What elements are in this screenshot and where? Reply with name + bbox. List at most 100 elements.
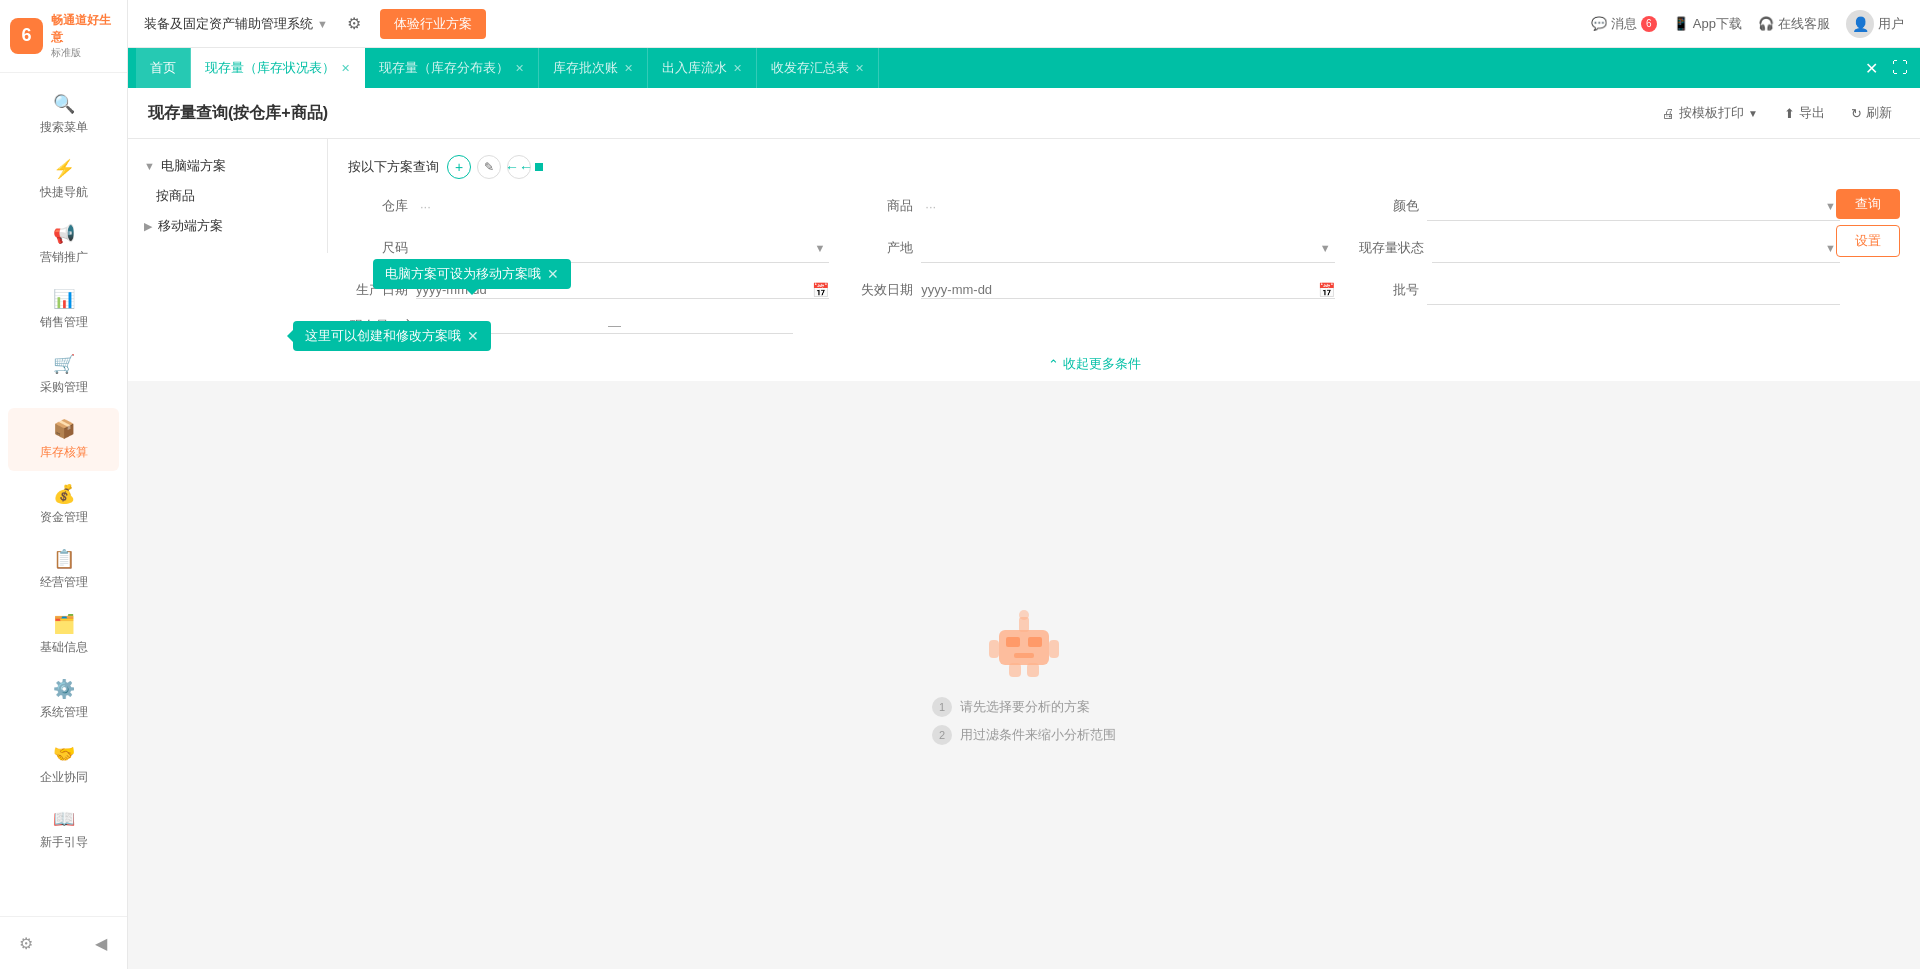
sidebar-item-basic[interactable]: 🗂️ 基础信息 <box>8 603 119 666</box>
sidebar-item-enterprise[interactable]: 🤝 企业协同 <box>8 733 119 796</box>
reset-btn[interactable]: 设置 <box>1836 225 1900 257</box>
svg-rect-1 <box>1006 637 1020 647</box>
topbar: 装备及固定资产辅助管理系统 ▼ ⚙ 体验行业方案 💬 消息 6 📱 App下载 … <box>128 0 1920 48</box>
filter-row-header: 按以下方案查询 + ✎ ←← <box>348 155 1840 179</box>
sidebar-label-quick-nav: 快捷导航 <box>40 184 88 201</box>
filter-label-expire-date: 失效日期 <box>853 281 913 299</box>
collapse-sidebar-btn[interactable]: ◀ <box>85 927 117 959</box>
filter-prod-date-calendar-icon[interactable]: 📅 <box>812 282 829 298</box>
tab-recv-summary-close[interactable]: ✕ <box>855 62 864 75</box>
message-btn[interactable]: 💬 消息 6 <box>1591 15 1657 33</box>
sidebar-item-operation[interactable]: 📋 经营管理 <box>8 538 119 601</box>
filter-expire-date-input[interactable] <box>921 282 1313 297</box>
empty-step-2: 2 用过滤条件来缩小分析范围 <box>932 725 1116 745</box>
tab-inventory-batch-close[interactable]: ✕ <box>624 62 633 75</box>
tab-home[interactable]: 首页 <box>136 48 191 88</box>
filter-select-stock-status[interactable]: ▼ <box>1432 233 1840 263</box>
scheme-item-desktop[interactable]: ▼ 电脑端方案 <box>128 151 327 181</box>
system-dropdown-arrow: ▼ <box>317 18 328 30</box>
inventory-icon: 📦 <box>53 418 75 440</box>
scheme-tooltip: 电脑方案可设为移动方案哦 ✕ <box>373 259 571 289</box>
refresh-btn[interactable]: ↻ 刷新 <box>1843 100 1900 126</box>
message-label: 消息 <box>1611 15 1637 33</box>
filter-range-separator: — <box>608 318 621 333</box>
tab-close-all-btn[interactable]: ✕ <box>1861 55 1882 82</box>
tab-inout-flow-close[interactable]: ✕ <box>733 62 742 75</box>
filter-select-color[interactable]: ▼ <box>1427 191 1840 221</box>
filter-grid-row4: 现存量（主） — <box>348 317 1840 335</box>
app-download-icon: 📱 <box>1673 16 1689 31</box>
filter-add-btn[interactable]: + <box>447 155 471 179</box>
filter-select-origin[interactable]: ▼ <box>921 233 1334 263</box>
online-service-btn[interactable]: 🎧 在线客服 <box>1758 15 1830 33</box>
scheme-tooltip-close[interactable]: ✕ <box>547 266 559 282</box>
filter-edit-btn[interactable]: ✎ <box>477 155 501 179</box>
filter-buttons: 查询 设置 <box>1836 189 1900 257</box>
tab-maximize-btn[interactable]: ⛶ <box>1888 55 1912 81</box>
sidebar-item-sales[interactable]: 📊 销售管理 <box>8 278 119 341</box>
industry-solution-btn[interactable]: 体验行业方案 <box>380 9 486 39</box>
scheme-item-mobile[interactable]: ▶ 移动端方案 <box>128 211 327 241</box>
filter-field-color: 颜色 ▼ <box>1359 191 1840 221</box>
topbar-settings-btn[interactable]: ⚙ <box>340 10 368 38</box>
print-template-btn[interactable]: 🖨 按模板打印 ▼ <box>1654 100 1766 126</box>
settings-footer-btn[interactable]: ⚙ <box>10 927 42 959</box>
tab-inventory-dist-close[interactable]: ✕ <box>515 62 524 75</box>
sidebar-item-marketing[interactable]: 📢 营销推广 <box>8 213 119 276</box>
topbar-settings-icon: ⚙ <box>347 14 361 33</box>
system-name-dropdown[interactable]: 装备及固定资产辅助管理系统 ▼ <box>144 15 328 33</box>
scheme-label-by-goods: 按商品 <box>156 187 195 205</box>
tab-inventory-dist-label: 现存量（库存分布表） <box>379 59 509 77</box>
tab-inventory-batch[interactable]: 库存批次账 ✕ <box>539 48 648 88</box>
filter-grid-row3: 生产日期 📅 失效日期 📅 批号 <box>348 275 1840 305</box>
scheme-label-mobile: 移动端方案 <box>158 217 223 235</box>
filter-warehouse-dots[interactable]: ··· <box>416 199 435 214</box>
app-download-btn[interactable]: 📱 App下载 <box>1673 15 1742 33</box>
empty-step-2-text: 用过滤条件来缩小分析范围 <box>960 726 1116 744</box>
tab-inventory-status-label: 现存量（库存状况表） <box>205 59 335 77</box>
refresh-label: 刷新 <box>1866 104 1892 122</box>
tab-recv-summary[interactable]: 收发存汇总表 ✕ <box>757 48 879 88</box>
svg-rect-0 <box>999 630 1049 665</box>
tab-inventory-status-close[interactable]: ✕ <box>341 62 350 75</box>
filter-batch-input[interactable] <box>1427 275 1840 305</box>
filter-collapse-btn[interactable]: ⌃ 收起更多条件 <box>348 347 1840 381</box>
scheme-item-by-goods[interactable]: 按商品 <box>128 181 327 211</box>
sidebar-label-marketing: 营销推广 <box>40 249 88 266</box>
sidebar-item-system[interactable]: ⚙️ 系统管理 <box>8 668 119 731</box>
sidebar-item-quick-nav[interactable]: ⚡ 快捷导航 <box>8 148 119 211</box>
empty-step-1-num: 1 <box>932 697 952 717</box>
filter-goods-dots[interactable]: ··· <box>921 199 940 214</box>
guide-icon: 📖 <box>53 808 75 830</box>
filter-field-origin: 产地 ▼ <box>853 233 1334 263</box>
filter-color-arrow: ▼ <box>1825 200 1836 212</box>
sidebar-label-operation: 经营管理 <box>40 574 88 591</box>
refresh-icon: ↻ <box>1851 106 1862 121</box>
user-menu-btn[interactable]: 👤 用户 <box>1846 10 1904 38</box>
sidebar-item-guide[interactable]: 📖 新手引导 <box>8 798 119 861</box>
tab-inventory-dist[interactable]: 现存量（库存分布表） ✕ <box>365 48 539 88</box>
sales-icon: 📊 <box>53 288 75 310</box>
filter-grid-row1: 仓库 ··· 商品 ··· 颜色 ▼ <box>348 191 1840 221</box>
tab-inventory-status[interactable]: 现存量（库存状况表） ✕ <box>191 48 365 88</box>
settings-footer-icon: ⚙ <box>19 934 33 953</box>
finance-icon: 💰 <box>53 483 75 505</box>
page-actions: 🖨 按模板打印 ▼ ⬆ 导出 ↻ 刷新 <box>1654 100 1900 126</box>
filter-label-batch: 批号 <box>1359 281 1419 299</box>
content-area: 现存量查询(按仓库+商品) 🖨 按模板打印 ▼ ⬆ 导出 ↻ 刷新 <box>128 88 1920 969</box>
app-logo-icon: 6 <box>10 18 43 54</box>
tab-inout-flow[interactable]: 出入库流水 ✕ <box>648 48 757 88</box>
filter-label-size: 尺码 <box>348 239 408 257</box>
filter-back-btn[interactable]: ←← <box>507 155 531 179</box>
sidebar-item-inventory[interactable]: 📦 库存核算 <box>8 408 119 471</box>
filter-expire-date-calendar-icon[interactable]: 📅 <box>1318 282 1335 298</box>
sidebar-item-purchase[interactable]: 🛒 采购管理 <box>8 343 119 406</box>
sidebar-item-search[interactable]: 🔍 搜索菜单 <box>8 83 119 146</box>
scheme-label-desktop: 电脑端方案 <box>161 157 226 175</box>
filter-stock-qty-max[interactable] <box>625 318 793 333</box>
export-btn[interactable]: ⬆ 导出 <box>1776 100 1833 126</box>
create-scheme-tooltip-close[interactable]: ✕ <box>467 328 479 344</box>
sidebar-item-finance[interactable]: 💰 资金管理 <box>8 473 119 536</box>
query-btn[interactable]: 查询 <box>1836 189 1900 219</box>
app-logo-text: 畅通道好生意 标准版 <box>51 12 117 60</box>
